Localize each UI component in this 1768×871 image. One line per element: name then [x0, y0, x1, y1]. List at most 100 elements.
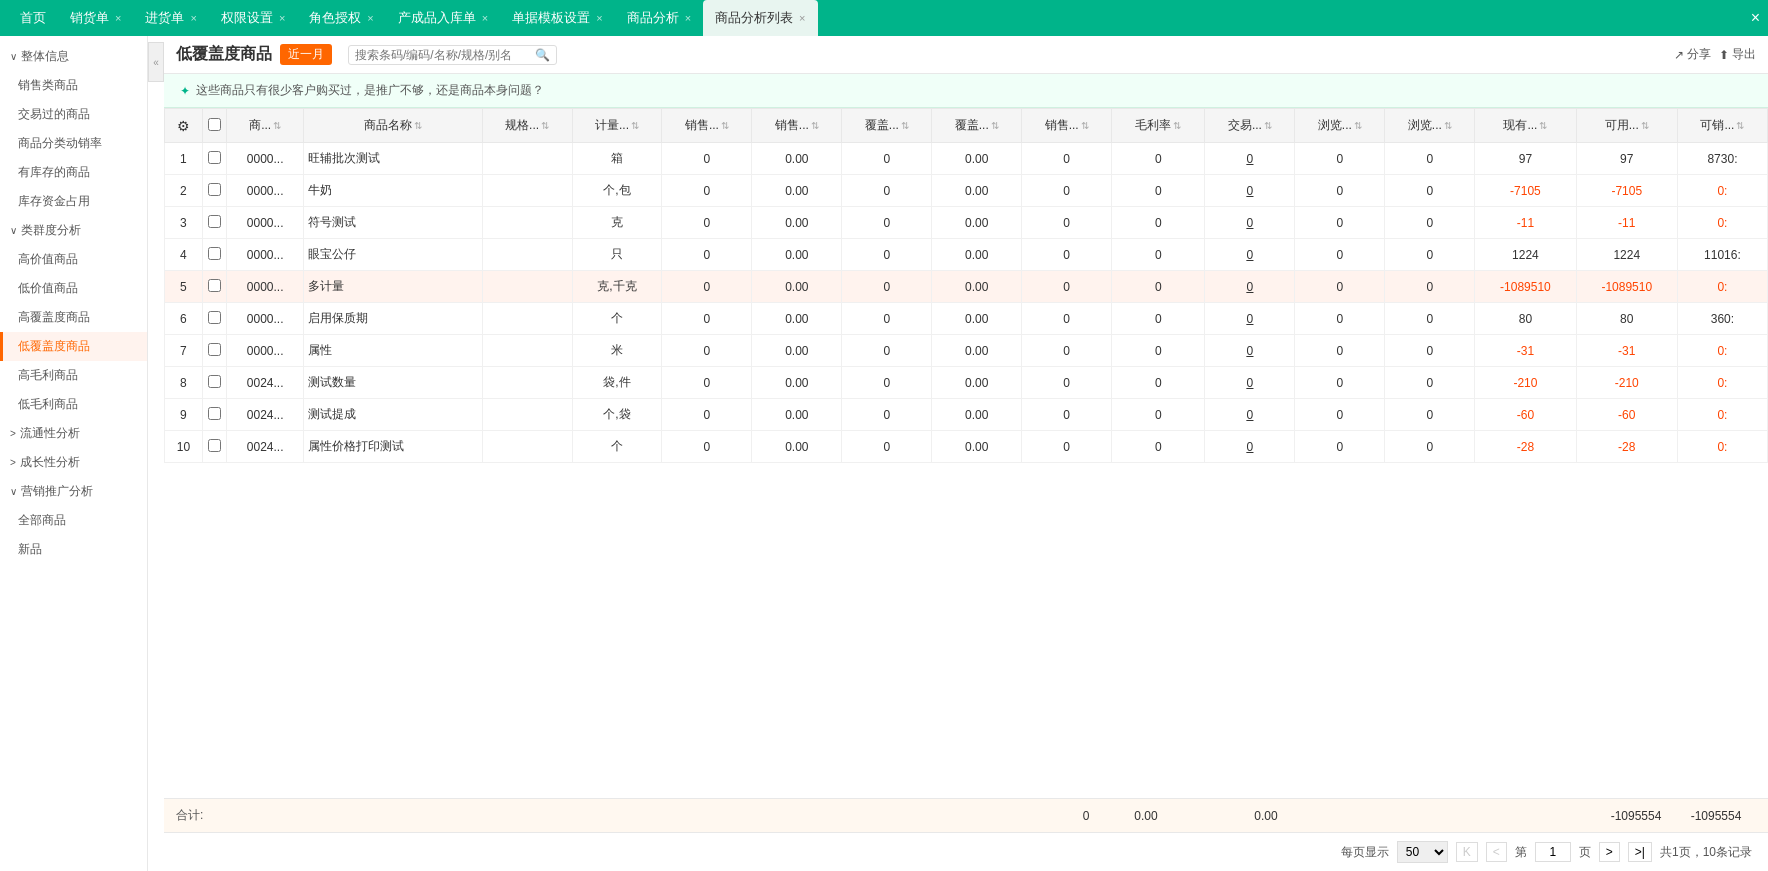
row-checkbox[interactable]: [202, 207, 226, 239]
nav-role-auth[interactable]: 角色授权 ×: [297, 0, 385, 36]
sidebar-section-cluster-analysis[interactable]: ∨ 类群度分析: [0, 216, 147, 245]
close-icon[interactable]: ×: [279, 12, 285, 24]
share-button[interactable]: ↗ 分享: [1674, 46, 1711, 63]
nav-product-warehousing[interactable]: 产成品入库单 ×: [386, 0, 500, 36]
sidebar-item-all-products[interactable]: 全部商品: [0, 506, 147, 535]
row-checkbox[interactable]: [202, 143, 226, 175]
col-available-stock[interactable]: 可用...⇅: [1576, 109, 1677, 143]
col-unit[interactable]: 计量...⇅: [572, 109, 662, 143]
row-transaction[interactable]: 0: [1205, 335, 1295, 367]
sidebar-item-low-value[interactable]: 低价值商品: [0, 274, 147, 303]
row-transaction[interactable]: 0: [1205, 431, 1295, 463]
sidebar-item-inventory-capital[interactable]: 库存资金占用: [0, 187, 147, 216]
col-browse1[interactable]: 浏览...⇅: [1295, 109, 1385, 143]
close-icon[interactable]: ×: [190, 12, 196, 24]
row-transaction[interactable]: 0: [1205, 367, 1295, 399]
col-settings[interactable]: ⚙: [165, 109, 203, 143]
col-sellable[interactable]: 可销...⇅: [1677, 109, 1767, 143]
col-checkbox[interactable]: [202, 109, 226, 143]
col-code[interactable]: 商...⇅: [226, 109, 304, 143]
col-spec[interactable]: 规格...⇅: [482, 109, 572, 143]
first-page-button[interactable]: K: [1456, 842, 1478, 862]
sidebar-collapse-button[interactable]: «: [148, 42, 164, 82]
row-transaction[interactable]: 0: [1205, 303, 1295, 335]
close-icon[interactable]: ×: [115, 12, 121, 24]
row-select-checkbox[interactable]: [208, 215, 221, 228]
sidebar-section-growth[interactable]: > 成长性分析: [0, 448, 147, 477]
close-icon[interactable]: ×: [482, 12, 488, 24]
sidebar-item-high-coverage[interactable]: 高覆盖度商品: [0, 303, 147, 332]
col-coverage2[interactable]: 覆盖...⇅: [932, 109, 1022, 143]
row-transaction[interactable]: 0: [1205, 143, 1295, 175]
row-sellable: 360:: [1677, 303, 1767, 335]
col-sales2[interactable]: 销售...⇅: [752, 109, 842, 143]
sidebar-item-new-products[interactable]: 新品: [0, 535, 147, 564]
close-icon[interactable]: ×: [799, 12, 805, 24]
close-icon[interactable]: ×: [596, 12, 602, 24]
row-transaction[interactable]: 0: [1205, 239, 1295, 271]
sidebar-item-high-value[interactable]: 高价值商品: [0, 245, 147, 274]
col-name[interactable]: 商品名称⇅: [304, 109, 482, 143]
sidebar-section-marketing[interactable]: ∨ 营销推广分析: [0, 477, 147, 506]
prev-page-button[interactable]: <: [1486, 842, 1507, 862]
sidebar-item-low-coverage[interactable]: 低覆盖度商品: [0, 332, 147, 361]
col-current-stock[interactable]: 现有...⇅: [1475, 109, 1576, 143]
export-button[interactable]: ⬆ 导出: [1719, 46, 1756, 63]
nav-product-analysis-list[interactable]: 商品分析列表 ×: [703, 0, 817, 36]
time-filter-button[interactable]: 近一月: [280, 44, 332, 65]
close-icon[interactable]: ×: [685, 12, 691, 24]
sidebar-item-category-rate[interactable]: 商品分类动销率: [0, 129, 147, 158]
row-select-checkbox[interactable]: [208, 151, 221, 164]
search-icon[interactable]: 🔍: [535, 48, 550, 62]
sidebar-item-low-profit[interactable]: 低毛利商品: [0, 390, 147, 419]
close-icon[interactable]: ×: [367, 12, 373, 24]
row-checkbox[interactable]: [202, 303, 226, 335]
row-select-checkbox[interactable]: [208, 343, 221, 356]
row-select-checkbox[interactable]: [208, 279, 221, 292]
sidebar-section-overall[interactable]: ∨ 整体信息: [0, 42, 147, 71]
row-checkbox[interactable]: [202, 335, 226, 367]
sidebar-item-traded-products[interactable]: 交易过的商品: [0, 100, 147, 129]
sidebar-item-instock-products[interactable]: 有库存的商品: [0, 158, 147, 187]
row-browse1: 0: [1295, 399, 1385, 431]
sidebar-item-high-profit[interactable]: 高毛利商品: [0, 361, 147, 390]
col-browse2[interactable]: 浏览...⇅: [1385, 109, 1475, 143]
nav-template-setting[interactable]: 单据模板设置 ×: [500, 0, 614, 36]
search-input[interactable]: [355, 48, 535, 62]
last-page-button[interactable]: >|: [1628, 842, 1652, 862]
nav-sales-order[interactable]: 销货单 ×: [58, 0, 133, 36]
row-select-checkbox[interactable]: [208, 407, 221, 420]
row-select-checkbox[interactable]: [208, 375, 221, 388]
page-number-input[interactable]: [1535, 842, 1571, 862]
col-sales1[interactable]: 销售...⇅: [662, 109, 752, 143]
per-page-select[interactable]: 20 50 100: [1397, 841, 1448, 863]
row-checkbox[interactable]: [202, 367, 226, 399]
nav-purchase-order[interactable]: 进货单 ×: [133, 0, 208, 36]
col-gross-margin[interactable]: 毛利率⇅: [1112, 109, 1205, 143]
nav-home[interactable]: 首页: [8, 0, 58, 36]
row-checkbox[interactable]: [202, 239, 226, 271]
row-checkbox[interactable]: [202, 431, 226, 463]
col-coverage1[interactable]: 覆盖...⇅: [842, 109, 932, 143]
nav-product-analysis[interactable]: 商品分析 ×: [615, 0, 703, 36]
row-checkbox[interactable]: [202, 175, 226, 207]
row-checkbox[interactable]: [202, 399, 226, 431]
row-transaction[interactable]: 0: [1205, 399, 1295, 431]
row-coverage2: 0.00: [932, 271, 1022, 303]
row-select-checkbox[interactable]: [208, 439, 221, 452]
nav-permission-setting[interactable]: 权限设置 ×: [209, 0, 297, 36]
col-sales3[interactable]: 销售...⇅: [1022, 109, 1112, 143]
row-select-checkbox[interactable]: [208, 247, 221, 260]
row-transaction[interactable]: 0: [1205, 175, 1295, 207]
col-transaction[interactable]: 交易...⇅: [1205, 109, 1295, 143]
row-select-checkbox[interactable]: [208, 183, 221, 196]
sidebar-section-liquidity[interactable]: > 流通性分析: [0, 419, 147, 448]
close-all-tabs-button[interactable]: ×: [1751, 9, 1760, 27]
select-all-checkbox[interactable]: [208, 118, 221, 131]
row-select-checkbox[interactable]: [208, 311, 221, 324]
row-transaction[interactable]: 0: [1205, 271, 1295, 303]
sidebar-item-sales-products[interactable]: 销售类商品: [0, 71, 147, 100]
row-transaction[interactable]: 0: [1205, 207, 1295, 239]
next-page-button[interactable]: >: [1599, 842, 1620, 862]
row-checkbox[interactable]: [202, 271, 226, 303]
